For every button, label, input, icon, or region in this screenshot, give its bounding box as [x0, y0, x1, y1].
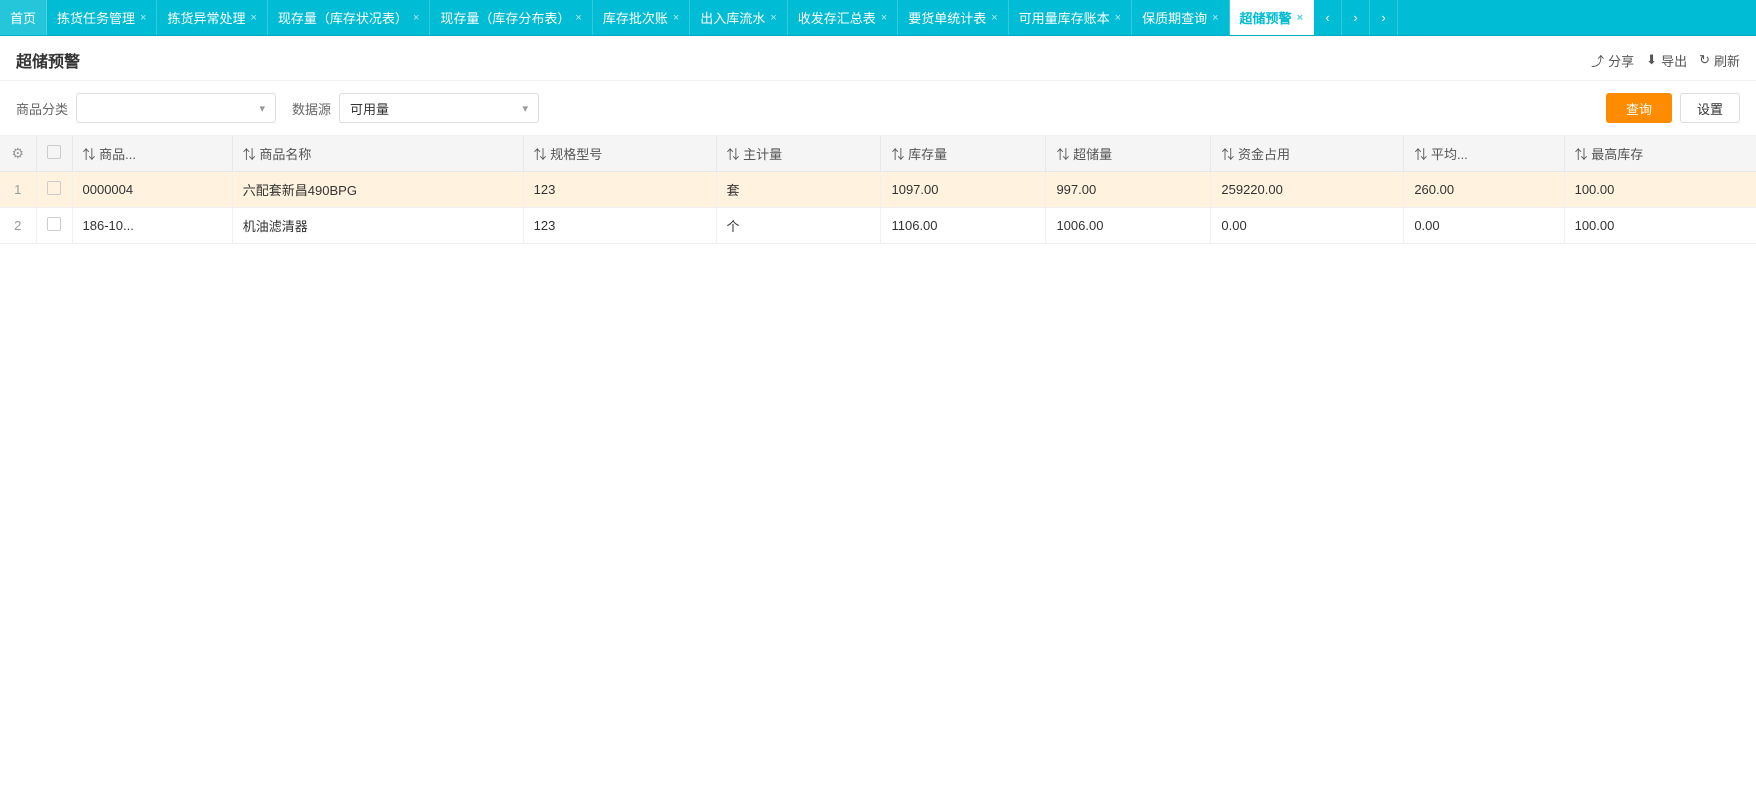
col-header-settings[interactable]: ⚙ — [0, 136, 36, 172]
col-header-unit[interactable]: ⇅ 主计量 — [716, 136, 881, 172]
nav-prev-arrow[interactable]: ‹ — [1314, 0, 1342, 35]
nav-next-arrow[interactable]: › — [1342, 0, 1370, 35]
row-checkbox-1[interactable] — [36, 172, 72, 208]
col-header-commodity-name[interactable]: ⇅ 商品名称 — [232, 136, 523, 172]
commodity-category-group: 商品分类 ▾ — [16, 93, 276, 123]
row-over-stock-2: 1006.00 — [1046, 208, 1211, 244]
row-commodity-name-2: 机油滤清器 — [232, 208, 523, 244]
export-icon: ⬇ — [1646, 52, 1657, 68]
gear-icon[interactable]: ⚙ — [11, 145, 24, 161]
data-source-value: 可用量 — [350, 99, 389, 118]
table-header-row: ⚙ ⇅ 商品... ⇅ 商品名称 ⇅ 规格型号 ⇅ 主计量 — [0, 136, 1756, 172]
row-commodity-name-1: 六配套新昌490BPG — [232, 172, 523, 208]
row-capital-occupied-2: 0.00 — [1211, 208, 1404, 244]
nav-bar: 首页 拣货任务管理 × 拣货异常处理 × 现存量（库存状况表） × 现存量（库存… — [0, 0, 1756, 36]
col-header-checkbox[interactable] — [36, 136, 72, 172]
page-header: 超储预警 ⤴ 分享 ⬇ 导出 ↻ 刷新 — [0, 36, 1756, 81]
commodity-category-select[interactable]: ▾ — [76, 93, 276, 123]
col-header-capital-occupied[interactable]: ⇅ 资金占用 — [1211, 136, 1404, 172]
row-num-1: 1 — [0, 172, 36, 208]
refresh-button[interactable]: ↻ 刷新 — [1699, 51, 1740, 70]
nav-in-out-flow[interactable]: 出入库流水 × — [690, 0, 787, 35]
row-unit-1: 套 — [716, 172, 881, 208]
nav-home[interactable]: 首页 — [0, 0, 47, 35]
filter-action-buttons: 查询 设置 — [1606, 93, 1740, 123]
row-select-checkbox[interactable] — [47, 217, 61, 231]
row-max-stock-2: 100.00 — [1564, 208, 1756, 244]
close-icon[interactable]: × — [140, 12, 146, 24]
row-stock-qty-1: 1097.00 — [881, 172, 1046, 208]
page-title: 超储预警 — [16, 48, 80, 72]
data-source-group: 数据源 可用量 ▾ — [292, 93, 539, 123]
close-icon[interactable]: × — [881, 12, 887, 24]
share-icon: ⤴ — [1591, 51, 1604, 70]
page-content: 超储预警 ⤴ 分享 ⬇ 导出 ↻ 刷新 商品分类 ▾ 数据源 — [0, 36, 1756, 800]
close-icon[interactable]: × — [673, 12, 679, 24]
share-button[interactable]: ⤴ 分享 — [1591, 51, 1634, 70]
select-all-checkbox[interactable] — [47, 145, 61, 159]
close-icon[interactable]: × — [250, 12, 256, 24]
row-num-2: 2 — [0, 208, 36, 244]
chevron-down-icon: ▾ — [523, 102, 529, 115]
nav-receipt-summary[interactable]: 收发存汇总表 × — [788, 0, 898, 35]
nav-overstock-warning[interactable]: 超储预警 × — [1230, 0, 1314, 35]
nav-requisition-stats[interactable]: 要货单统计表 × — [898, 0, 1008, 35]
row-select-checkbox[interactable] — [47, 181, 61, 195]
query-button[interactable]: 查询 — [1606, 93, 1672, 123]
settings-button[interactable]: 设置 — [1680, 93, 1740, 123]
data-source-label: 数据源 — [292, 99, 331, 118]
row-avg-price-1: 260.00 — [1404, 172, 1564, 208]
row-capital-occupied-1: 259220.00 — [1211, 172, 1404, 208]
row-spec-model-2: 123 — [523, 208, 716, 244]
nav-available-inventory[interactable]: 可用量库存账本 × — [1009, 0, 1132, 35]
close-icon[interactable]: × — [991, 12, 997, 24]
row-avg-price-2: 0.00 — [1404, 208, 1564, 244]
col-header-spec-model[interactable]: ⇅ 规格型号 — [523, 136, 716, 172]
close-icon[interactable]: × — [1297, 12, 1303, 24]
header-actions: ⤴ 分享 ⬇ 导出 ↻ 刷新 — [1591, 51, 1740, 70]
close-icon[interactable]: × — [413, 12, 419, 24]
close-icon[interactable]: × — [575, 12, 581, 24]
export-button[interactable]: ⬇ 导出 — [1646, 51, 1687, 70]
row-over-stock-1: 997.00 — [1046, 172, 1211, 208]
col-header-avg-price[interactable]: ⇅ 平均... — [1404, 136, 1564, 172]
row-spec-model-1: 123 — [523, 172, 716, 208]
row-unit-2: 个 — [716, 208, 881, 244]
close-icon[interactable]: × — [1212, 12, 1218, 24]
data-source-select[interactable]: 可用量 ▾ — [339, 93, 539, 123]
table-row: 1 0000004 六配套新昌490BPG 123 套 1097.00 997.… — [0, 172, 1756, 208]
row-commodity-code-1: 0000004 — [72, 172, 232, 208]
nav-quality-period[interactable]: 保质期查询 × — [1132, 0, 1229, 35]
row-commodity-code-2: 186-10... — [72, 208, 232, 244]
commodity-category-label: 商品分类 — [16, 99, 68, 118]
refresh-icon: ↻ — [1699, 52, 1710, 68]
table-area: ⚙ ⇅ 商品... ⇅ 商品名称 ⇅ 规格型号 ⇅ 主计量 — [0, 136, 1756, 244]
nav-more-arrow[interactable]: › — [1370, 0, 1398, 35]
chevron-down-icon: ▾ — [259, 102, 265, 115]
col-header-over-stock[interactable]: ⇅ 超储量 — [1046, 136, 1211, 172]
col-header-max-stock[interactable]: ⇅ 最高库存 — [1564, 136, 1756, 172]
close-icon[interactable]: × — [1115, 12, 1121, 24]
row-stock-qty-2: 1106.00 — [881, 208, 1046, 244]
row-checkbox-2[interactable] — [36, 208, 72, 244]
table-row: 2 186-10... 机油滤清器 123 个 1106.00 1006.00 … — [0, 208, 1756, 244]
nav-task-management[interactable]: 拣货任务管理 × — [47, 0, 157, 35]
data-table: ⚙ ⇅ 商品... ⇅ 商品名称 ⇅ 规格型号 ⇅ 主计量 — [0, 136, 1756, 244]
row-max-stock-1: 100.00 — [1564, 172, 1756, 208]
close-icon[interactable]: × — [770, 12, 776, 24]
nav-inventory-batch[interactable]: 库存批次账 × — [593, 0, 690, 35]
nav-abnormal-process[interactable]: 拣货异常处理 × — [157, 0, 267, 35]
nav-inventory-distribution[interactable]: 现存量（库存分布表） × — [430, 0, 592, 35]
col-header-stock-qty[interactable]: ⇅ 库存量 — [881, 136, 1046, 172]
col-header-commodity-code[interactable]: ⇅ 商品... — [72, 136, 232, 172]
filter-area: 商品分类 ▾ 数据源 可用量 ▾ 查询 设置 — [0, 81, 1756, 136]
nav-inventory-status[interactable]: 现存量（库存状况表） × — [268, 0, 430, 35]
